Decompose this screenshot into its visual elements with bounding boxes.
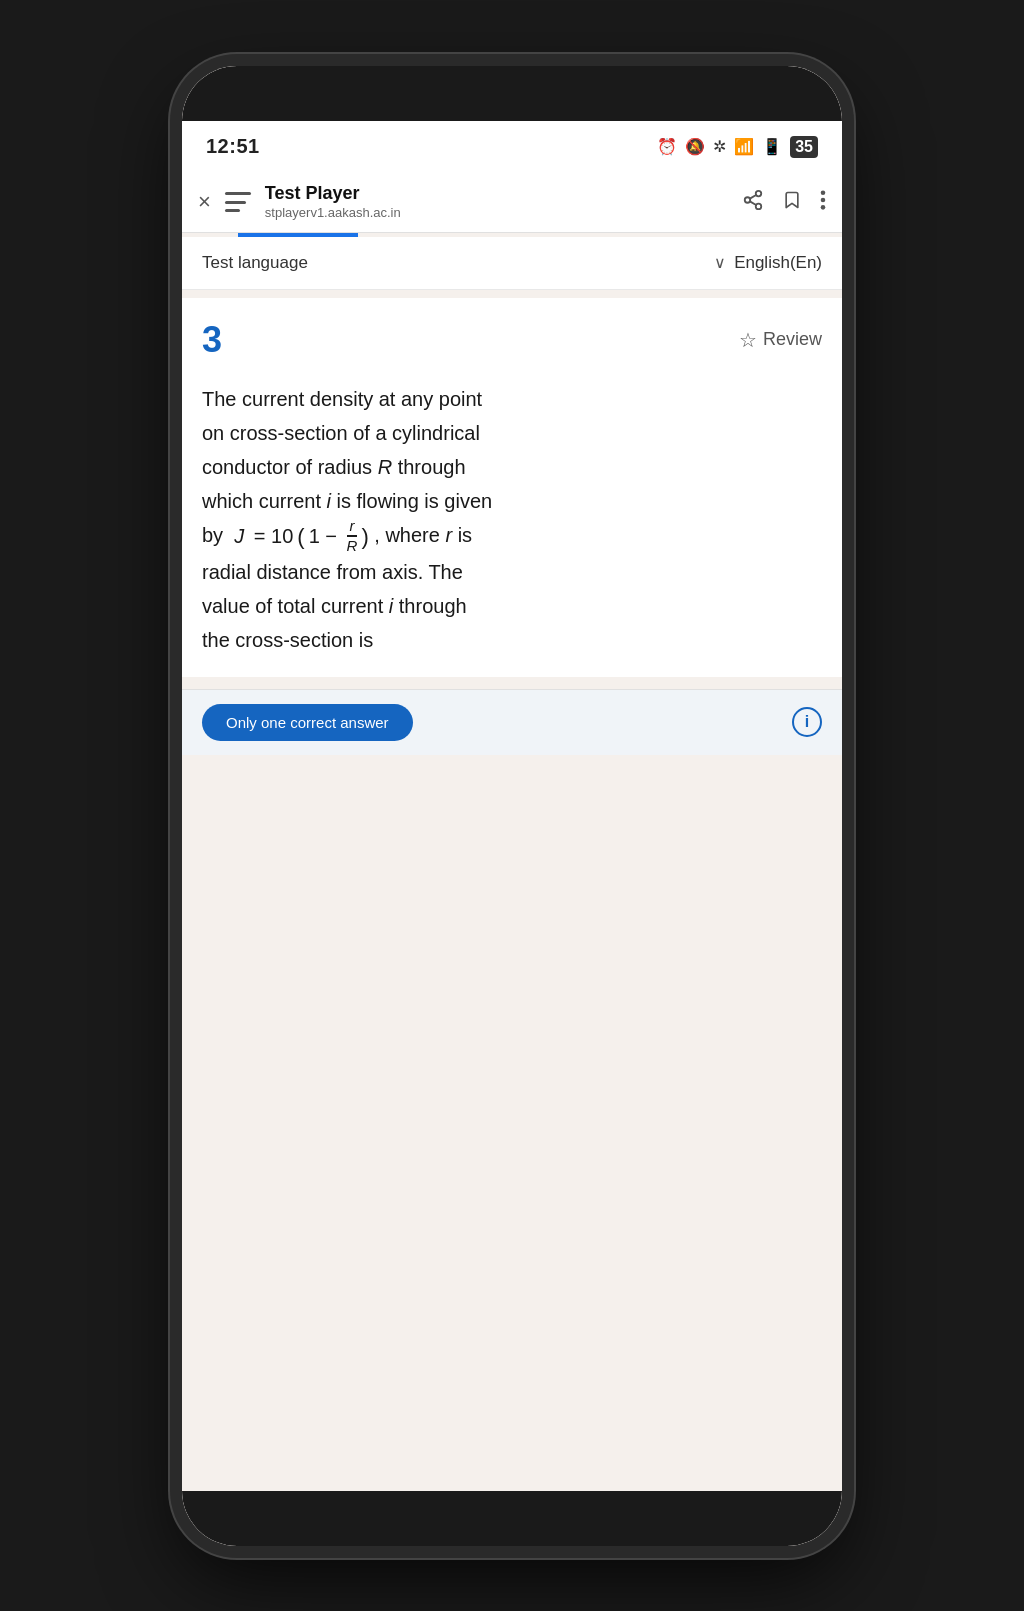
browser-url: stplayerv1.aakash.ac.in — [265, 205, 728, 221]
browser-actions — [742, 189, 826, 216]
svg-line-3 — [750, 201, 756, 205]
question-line-6: radial distance from axis. The — [202, 555, 822, 589]
alarm-icon: ⏰ — [657, 137, 677, 156]
star-icon: ☆ — [739, 328, 757, 352]
bookmark-icon[interactable] — [782, 189, 802, 216]
info-icon[interactable]: i — [792, 707, 822, 737]
svg-point-5 — [821, 190, 826, 195]
language-selector[interactable]: ∨ English(En) — [714, 253, 822, 273]
reader-mode-icon[interactable] — [225, 192, 251, 212]
math-formula: J = 10 ( 1 − r R ) — [234, 518, 368, 555]
mute-icon: 🔕 — [685, 137, 705, 156]
wifi-icon: 📶 — [734, 137, 754, 156]
question-line-5: by J = 10 ( 1 − r R ) , w — [202, 518, 822, 555]
menu-line-2 — [225, 201, 246, 204]
question-body: The current density at any point on cros… — [202, 382, 822, 657]
variable-r: r — [445, 524, 452, 546]
menu-line-3 — [225, 209, 241, 212]
chevron-down-icon: ∨ — [714, 253, 726, 272]
browser-title-area: Test Player stplayerv1.aakash.ac.in — [265, 183, 728, 220]
question-header: 3 ☆ Review — [202, 322, 822, 358]
share-icon[interactable] — [742, 189, 764, 216]
svg-point-6 — [821, 197, 826, 202]
bluetooth-icon: ✲ — [713, 137, 726, 156]
question-line-2: on cross-section of a cylindrical — [202, 416, 822, 450]
svg-line-4 — [750, 194, 756, 198]
fraction-r-R: r R — [347, 518, 358, 555]
browser-toolbar: × Test Player stplayerv1.aakash.ac.in — [182, 173, 842, 233]
browser-page-title: Test Player — [265, 183, 728, 205]
more-options-icon[interactable] — [820, 189, 826, 216]
variable-R: R — [378, 456, 392, 478]
question-number: 3 — [202, 322, 222, 358]
question-line-3: conductor of radius R through — [202, 450, 822, 484]
answer-type-button[interactable]: Only one correct answer — [202, 704, 413, 741]
language-bar: Test language ∨ English(En) — [182, 237, 842, 290]
question-line-7: value of total current i through — [202, 589, 822, 623]
language-value: English(En) — [734, 253, 822, 273]
status-icons: ⏰ 🔕 ✲ 📶 📱 35 — [657, 136, 818, 158]
question-section: 3 ☆ Review The current density at any po… — [182, 298, 842, 677]
signal-icon: 📱 — [762, 137, 782, 156]
close-button[interactable]: × — [198, 191, 211, 213]
battery-badge: 35 — [790, 136, 818, 158]
status-time: 12:51 — [206, 135, 260, 158]
question-line-8: the cross-section is — [202, 623, 822, 657]
language-label: Test language — [202, 253, 308, 273]
phone-frame: 12:51 ⏰ 🔕 ✲ 📶 📱 35 × Test Player stplaye… — [182, 66, 842, 1546]
variable-i2: i — [389, 595, 393, 617]
svg-point-7 — [821, 205, 826, 210]
review-button[interactable]: ☆ Review — [739, 328, 822, 352]
review-label: Review — [763, 329, 822, 350]
status-bar: 12:51 ⏰ 🔕 ✲ 📶 📱 35 — [182, 121, 842, 173]
menu-line-1 — [225, 192, 251, 195]
screen: 12:51 ⏰ 🔕 ✲ 📶 📱 35 × Test Player stplaye… — [182, 121, 842, 1491]
question-line-4: which current i is flowing is given — [202, 484, 822, 518]
answer-section: Only one correct answer i — [182, 689, 842, 755]
variable-i: i — [327, 490, 331, 512]
content-area[interactable]: Test language ∨ English(En) 3 ☆ Review — [182, 237, 842, 1491]
question-line-1: The current density at any point — [202, 382, 822, 416]
